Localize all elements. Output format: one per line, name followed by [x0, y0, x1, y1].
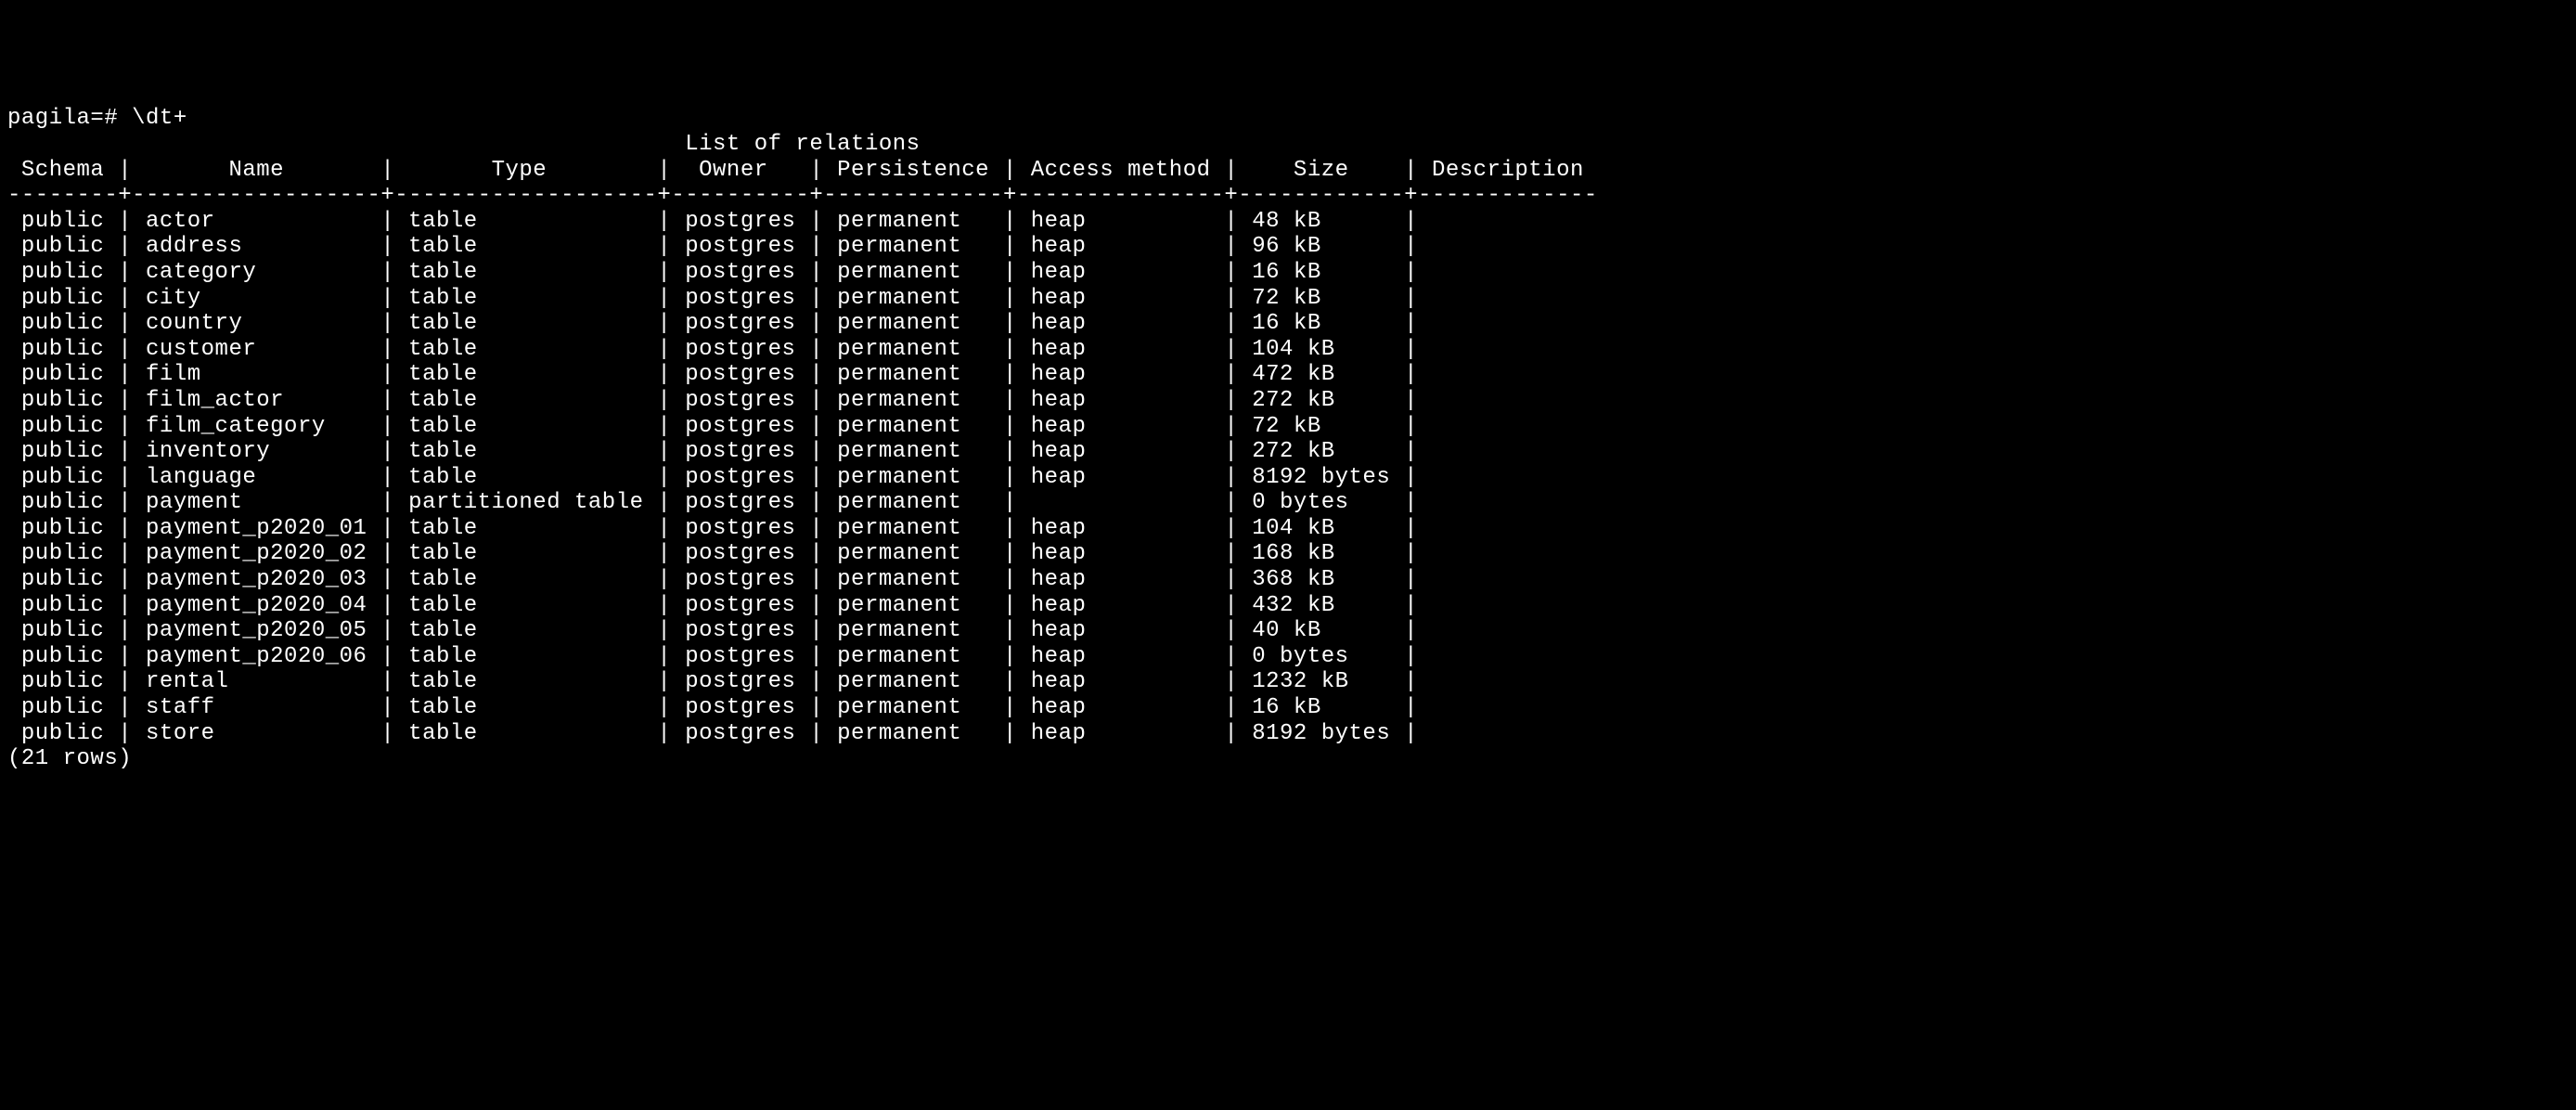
table-row: public | payment_p2020_03 | table | post…	[7, 567, 2569, 593]
table-row: public | language | table | postgres | p…	[7, 465, 2569, 491]
table-row: public | actor | table | postgres | perm…	[7, 209, 2569, 235]
table-row: public | inventory | table | postgres | …	[7, 439, 2569, 465]
terminal-output[interactable]: pagila=# \dt+ List of relations Schema |…	[7, 106, 2569, 771]
table-row: public | address | table | postgres | pe…	[7, 234, 2569, 260]
table-row: public | staff | table | postgres | perm…	[7, 695, 2569, 721]
prompt-line: pagila=# \dt+	[7, 106, 2569, 132]
table-row: public | payment | partitioned table | p…	[7, 490, 2569, 516]
table-row: public | store | table | postgres | perm…	[7, 721, 2569, 747]
table-row: public | payment_p2020_06 | table | post…	[7, 644, 2569, 670]
table-row: public | film_actor | table | postgres |…	[7, 388, 2569, 414]
table-header: Schema | Name | Type | Owner | Persisten…	[7, 158, 2569, 184]
table-divider: --------+------------------+------------…	[7, 183, 2569, 209]
table-row: public | payment_p2020_01 | table | post…	[7, 516, 2569, 542]
table-row: public | city | table | postgres | perma…	[7, 286, 2569, 312]
table-row: public | film | table | postgres | perma…	[7, 362, 2569, 388]
table-row: public | payment_p2020_02 | table | post…	[7, 541, 2569, 567]
table-row: public | payment_p2020_04 | table | post…	[7, 593, 2569, 619]
row-count-footer: (21 rows)	[7, 746, 2569, 772]
table-row: public | rental | table | postgres | per…	[7, 669, 2569, 695]
table-row: public | category | table | postgres | p…	[7, 260, 2569, 286]
table-row: public | payment_p2020_05 | table | post…	[7, 618, 2569, 644]
table-row: public | film_category | table | postgre…	[7, 414, 2569, 440]
table-title: List of relations	[7, 132, 2569, 158]
table-row: public | customer | table | postgres | p…	[7, 337, 2569, 363]
table-row: public | country | table | postgres | pe…	[7, 311, 2569, 337]
